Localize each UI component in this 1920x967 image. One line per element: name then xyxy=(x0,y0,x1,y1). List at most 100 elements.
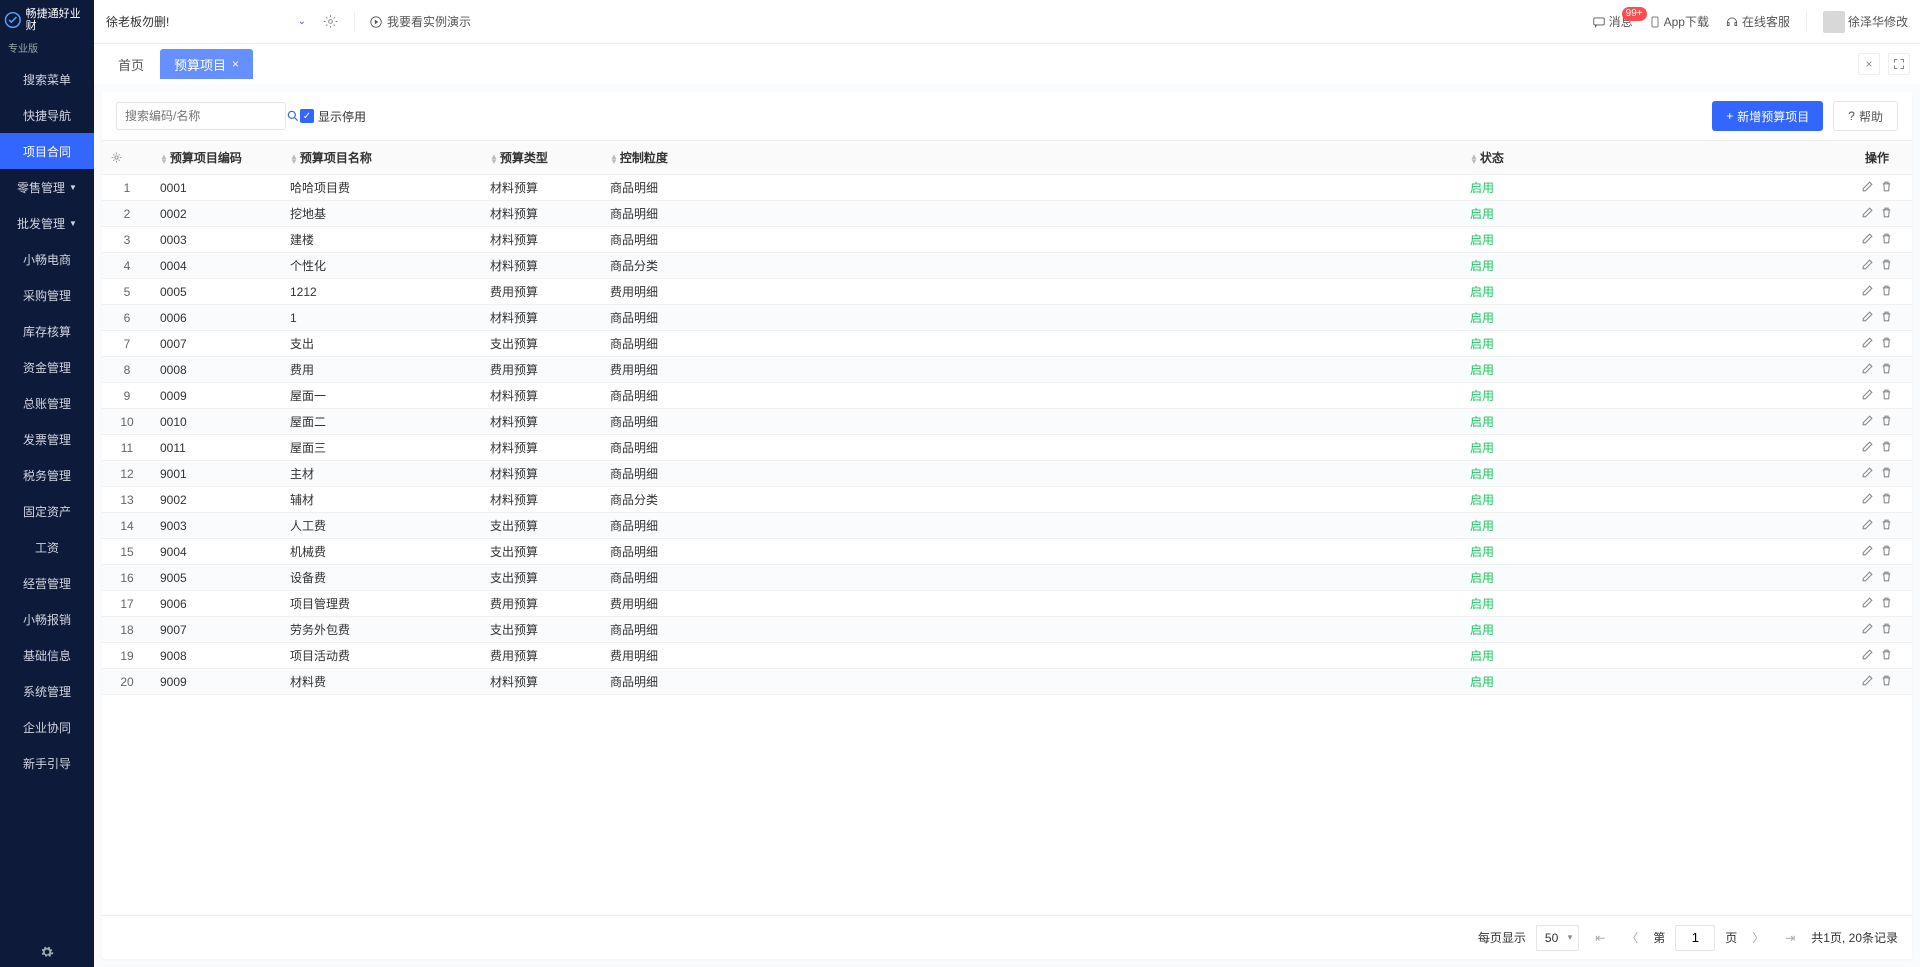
edit-icon[interactable] xyxy=(1861,544,1874,557)
delete-icon[interactable] xyxy=(1880,544,1893,557)
edit-icon[interactable] xyxy=(1861,622,1874,635)
edit-icon[interactable] xyxy=(1861,388,1874,401)
delete-icon[interactable] xyxy=(1880,440,1893,453)
delete-icon[interactable] xyxy=(1880,648,1893,661)
table-row[interactable]: 90009屋面一材料预算商品明细启用 xyxy=(102,383,1912,409)
table-row[interactable]: 169005设备费支出预算商品明细启用 xyxy=(102,565,1912,591)
col-type[interactable]: ▲▼预算类型 xyxy=(482,141,602,175)
per-page-select[interactable]: 50 xyxy=(1536,925,1579,951)
edit-icon[interactable] xyxy=(1861,336,1874,349)
delete-icon[interactable] xyxy=(1880,258,1893,271)
sidebar-item[interactable]: 资金管理 xyxy=(0,349,94,385)
sidebar-item[interactable]: 零售管理▼ xyxy=(0,169,94,205)
sidebar-item[interactable]: 搜索菜单 xyxy=(0,61,94,97)
table-row[interactable]: 139002辅材材料预算商品分类启用 xyxy=(102,487,1912,513)
tab-home[interactable]: 首页 xyxy=(104,49,158,79)
org-settings-button[interactable] xyxy=(320,12,340,32)
table-row[interactable]: 149003人工费支出预算商品明细启用 xyxy=(102,513,1912,539)
sidebar-item[interactable]: 企业协同 xyxy=(0,709,94,745)
add-budget-item-button[interactable]: + 新增预算项目 xyxy=(1712,101,1823,131)
table-row[interactable]: 199008项目活动费费用预算费用明细启用 xyxy=(102,643,1912,669)
delete-icon[interactable] xyxy=(1880,466,1893,479)
close-icon[interactable]: × xyxy=(232,57,239,71)
sidebar-item[interactable]: 基础信息 xyxy=(0,637,94,673)
delete-icon[interactable] xyxy=(1880,414,1893,427)
table-row[interactable]: 20002挖地基材料预算商品明细启用 xyxy=(102,201,1912,227)
search-icon[interactable] xyxy=(286,109,300,123)
edit-icon[interactable] xyxy=(1861,466,1874,479)
edit-icon[interactable] xyxy=(1861,518,1874,531)
sidebar-item[interactable]: 经营管理 xyxy=(0,565,94,601)
table-row[interactable]: 80008费用费用预算费用明细启用 xyxy=(102,357,1912,383)
tab-budget-item[interactable]: 预算项目 × xyxy=(160,49,253,79)
table-row[interactable]: 10001哈哈项目费材料预算商品明细启用 xyxy=(102,175,1912,201)
table-row[interactable]: 110011屋面三材料预算商品明细启用 xyxy=(102,435,1912,461)
delete-icon[interactable] xyxy=(1880,232,1893,245)
edit-icon[interactable] xyxy=(1861,180,1874,193)
edit-icon[interactable] xyxy=(1861,414,1874,427)
sidebar-item[interactable]: 小畅电商 xyxy=(0,241,94,277)
edit-icon[interactable] xyxy=(1861,440,1874,453)
delete-icon[interactable] xyxy=(1880,180,1893,193)
close-all-tabs-button[interactable]: × xyxy=(1858,53,1880,75)
table-row[interactable]: 40004个性化材料预算商品分类启用 xyxy=(102,253,1912,279)
sidebar-item[interactable]: 采购管理 xyxy=(0,277,94,313)
last-page-button[interactable]: ⇥ xyxy=(1779,927,1801,949)
delete-icon[interactable] xyxy=(1880,596,1893,609)
delete-icon[interactable] xyxy=(1880,492,1893,505)
table-row[interactable]: 100010屋面二材料预算商品明细启用 xyxy=(102,409,1912,435)
delete-icon[interactable] xyxy=(1880,310,1893,323)
delete-icon[interactable] xyxy=(1880,570,1893,583)
next-page-button[interactable]: 〉 xyxy=(1747,927,1769,949)
col-granularity[interactable]: ▲▼控制粒度 xyxy=(602,141,1462,175)
prev-page-button[interactable]: 〈 xyxy=(1621,927,1643,949)
sidebar-item[interactable]: 批发管理▼ xyxy=(0,205,94,241)
edit-icon[interactable] xyxy=(1861,310,1874,323)
table-row[interactable]: 159004机械费支出预算商品明细启用 xyxy=(102,539,1912,565)
edit-icon[interactable] xyxy=(1861,674,1874,687)
page-input[interactable] xyxy=(1675,925,1715,951)
col-code[interactable]: ▲▼预算项目编码 xyxy=(152,141,282,175)
edit-icon[interactable] xyxy=(1861,570,1874,583)
edit-icon[interactable] xyxy=(1861,258,1874,271)
table-row[interactable]: 30003建楼材料预算商品明细启用 xyxy=(102,227,1912,253)
table-row[interactable]: 70007支出支出预算商品明细启用 xyxy=(102,331,1912,357)
table-row[interactable]: 500051212费用预算费用明细启用 xyxy=(102,279,1912,305)
sidebar-item[interactable]: 系统管理 xyxy=(0,673,94,709)
edit-icon[interactable] xyxy=(1861,362,1874,375)
delete-icon[interactable] xyxy=(1880,674,1893,687)
search-input[interactable] xyxy=(116,102,286,130)
sidebar-item[interactable]: 固定资产 xyxy=(0,493,94,529)
fullscreen-button[interactable] xyxy=(1888,53,1910,75)
table-row[interactable]: 209009材料费材料预算商品明细启用 xyxy=(102,669,1912,695)
edit-icon[interactable] xyxy=(1861,284,1874,297)
sidebar-item[interactable]: 快捷导航 xyxy=(0,97,94,133)
col-name[interactable]: ▲▼预算项目名称 xyxy=(282,141,482,175)
sidebar-item[interactable]: 工资 xyxy=(0,529,94,565)
sidebar-settings[interactable] xyxy=(0,937,94,967)
sidebar-item[interactable]: 总账管理 xyxy=(0,385,94,421)
sidebar-item[interactable]: 库存核算 xyxy=(0,313,94,349)
edit-icon[interactable] xyxy=(1861,206,1874,219)
edit-icon[interactable] xyxy=(1861,648,1874,661)
delete-icon[interactable] xyxy=(1880,206,1893,219)
messages-button[interactable]: 消息 99+ xyxy=(1592,13,1633,30)
table-row[interactable]: 179006项目管理费费用预算费用明细启用 xyxy=(102,591,1912,617)
customer-service-button[interactable]: 在线客服 xyxy=(1725,13,1790,30)
sidebar-item[interactable]: 小畅报销 xyxy=(0,601,94,637)
sidebar-item[interactable]: 项目合同 xyxy=(0,133,94,169)
column-settings[interactable] xyxy=(102,141,152,175)
delete-icon[interactable] xyxy=(1880,518,1893,531)
delete-icon[interactable] xyxy=(1880,362,1893,375)
table-row[interactable]: 600061材料预算商品明细启用 xyxy=(102,305,1912,331)
demo-link[interactable]: 我要看实例演示 xyxy=(369,13,471,30)
sidebar-item[interactable]: 新手引导 xyxy=(0,745,94,781)
app-download-button[interactable]: App下载 xyxy=(1649,13,1709,30)
table-row[interactable]: 189007劳务外包费支出预算商品明细启用 xyxy=(102,617,1912,643)
delete-icon[interactable] xyxy=(1880,622,1893,635)
sidebar-item[interactable]: 发票管理 xyxy=(0,421,94,457)
help-button[interactable]: ? 帮助 xyxy=(1833,101,1898,131)
delete-icon[interactable] xyxy=(1880,336,1893,349)
edit-icon[interactable] xyxy=(1861,232,1874,245)
delete-icon[interactable] xyxy=(1880,284,1893,297)
